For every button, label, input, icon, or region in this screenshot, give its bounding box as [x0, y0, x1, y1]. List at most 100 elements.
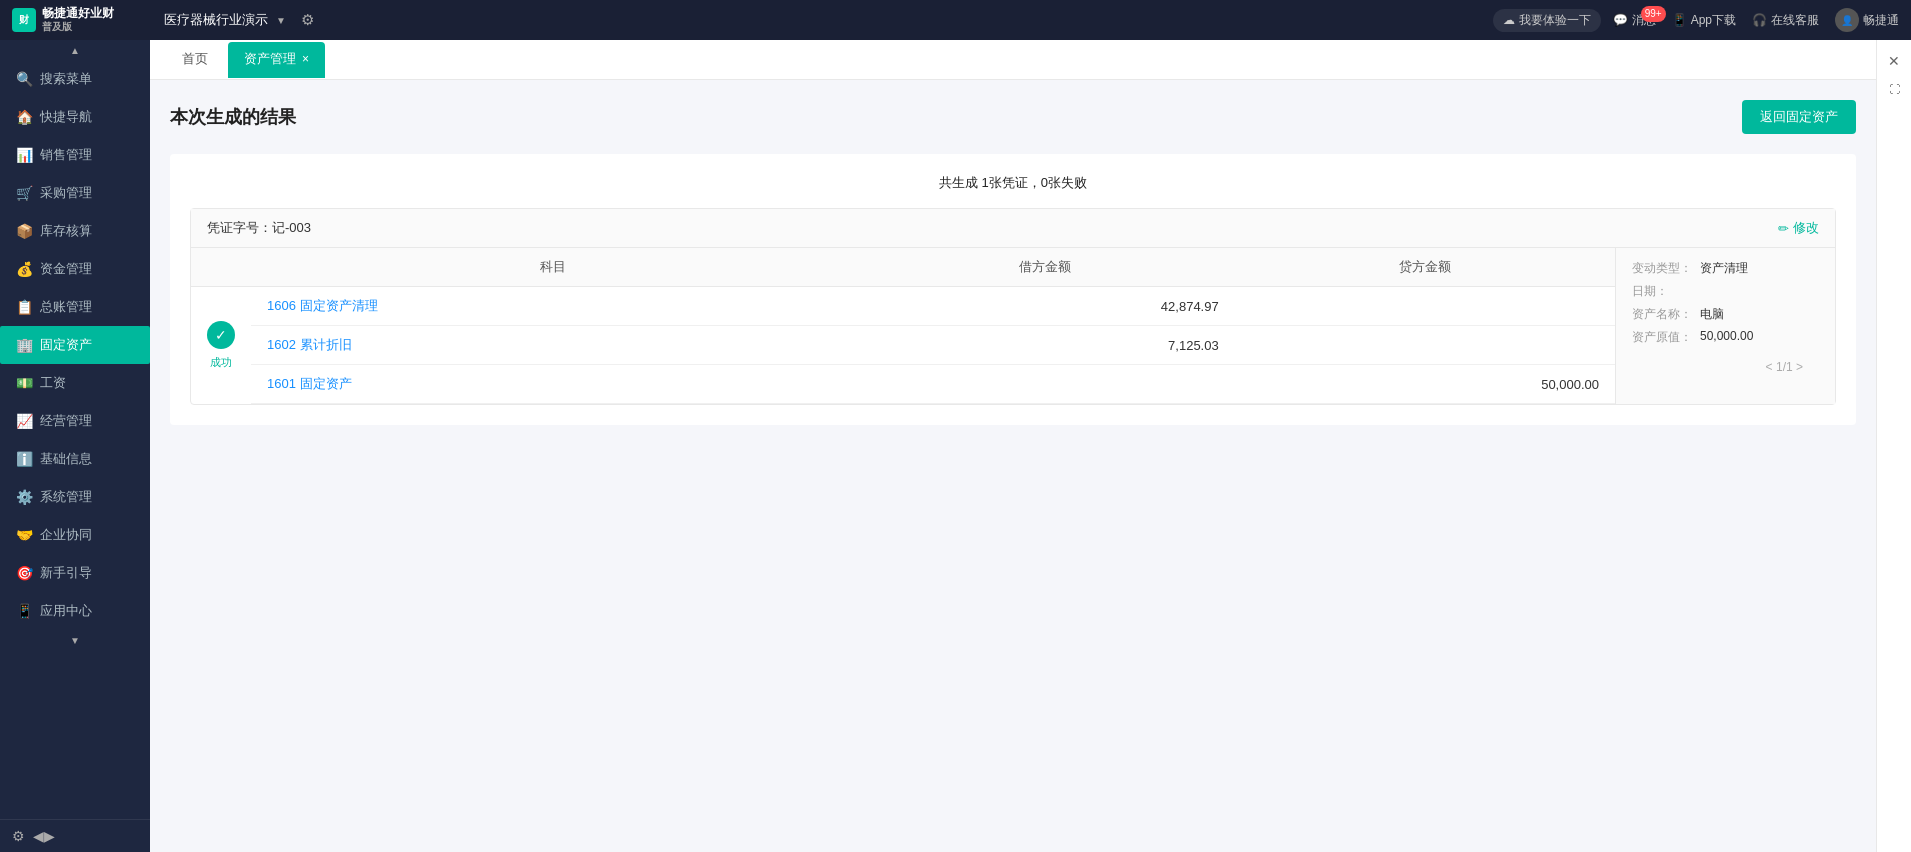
page-title: 本次生成的结果 [170, 105, 296, 129]
change-type-value: 资产清理 [1700, 260, 1748, 277]
subject-cell: 1606 固定资产清理 [251, 287, 854, 326]
fixed-assets-icon: 🏢 [16, 337, 32, 353]
page-info: 1/1 [1776, 360, 1796, 374]
credit-col-header: 贷方金额 [1235, 248, 1615, 287]
sidebar-item-label: 销售管理 [40, 146, 92, 164]
experience-icon: ☁ [1503, 13, 1515, 27]
sidebar-item-search-menu[interactable]: 🔍 搜索菜单 [0, 60, 150, 98]
sidebar-item-label: 总账管理 [40, 298, 92, 316]
voucher-section: 凭证字号：记-003 ✏ 修改 [190, 208, 1836, 405]
panel-controls: ✕ ⛶ [1876, 40, 1911, 852]
sidebar-item-purchase[interactable]: 🛒 采购管理 [0, 174, 150, 212]
edit-label: 修改 [1793, 219, 1819, 237]
voucher-header: 凭证字号：记-003 ✏ 修改 [191, 209, 1835, 248]
asset-name-value: 电脑 [1700, 306, 1724, 323]
sidebar-item-finance[interactable]: 💰 资金管理 [0, 250, 150, 288]
online-service-button[interactable]: 🎧 在线客服 [1752, 12, 1819, 29]
sidebar-item-guide[interactable]: 🎯 新手引导 [0, 554, 150, 592]
voucher-body: 科目 借方金额 贷方金额 ✓ [191, 248, 1835, 404]
sidebar-item-system[interactable]: ⚙️ 系统管理 [0, 478, 150, 516]
home-icon: 🏠 [16, 109, 32, 125]
sidebar-item-basic-info[interactable]: ℹ️ 基础信息 [0, 440, 150, 478]
asset-original-row: 资产原值： 50,000.00 [1632, 329, 1819, 346]
sidebar-item-app-center[interactable]: 📱 应用中心 [0, 592, 150, 630]
logo-text: 畅捷通好业财 [42, 6, 114, 20]
asset-name-row: 资产名称： 电脑 [1632, 306, 1819, 323]
sidebar-item-payroll[interactable]: 💵 工资 [0, 364, 150, 402]
subject-col-header: 科目 [251, 248, 854, 287]
sidebar-item-label: 新手引导 [40, 564, 92, 582]
sidebar-scroll-up[interactable]: ▲ [0, 40, 150, 60]
sidebar-item-label: 搜索菜单 [40, 70, 92, 88]
user-area[interactable]: 👤 畅捷通 [1835, 8, 1899, 32]
tab-home[interactable]: 首页 [166, 42, 224, 78]
sidebar-item-label: 工资 [40, 374, 66, 392]
finance-icon: 💰 [16, 261, 32, 277]
app-download-icon: 📱 [1672, 13, 1687, 27]
online-service-label: 在线客服 [1771, 12, 1819, 29]
search-icon: 🔍 [16, 71, 32, 87]
tab-bar: 首页 资产管理 × [150, 40, 1876, 80]
message-icon: 💬 [1613, 13, 1628, 27]
pagination: < 1/1 > [1632, 352, 1819, 382]
sidebar-item-ledger[interactable]: 📋 总账管理 [0, 288, 150, 326]
sidebar-collapse-icon[interactable]: ◀▶ [33, 828, 55, 844]
credit-cell: 50,000.00 [1235, 365, 1615, 404]
sidebar-item-label: 快捷导航 [40, 108, 92, 126]
expand-panel-icon[interactable]: ⛶ [1881, 76, 1907, 102]
sidebar-item-fixed-assets[interactable]: 🏢 固定资产 [0, 326, 150, 364]
sidebar-item-enterprise[interactable]: 🤝 企业协同 [0, 516, 150, 554]
change-type-label: 变动类型： [1632, 260, 1692, 277]
ledger-icon: 📋 [16, 299, 32, 315]
sidebar-item-quick-nav[interactable]: 🏠 快捷导航 [0, 98, 150, 136]
sidebar-item-inventory[interactable]: 📦 库存核算 [0, 212, 150, 250]
table-row: 1601 固定资产 50,000.00 [191, 365, 1615, 404]
edit-button[interactable]: ✏ 修改 [1778, 219, 1819, 237]
side-panel: 变动类型： 资产清理 日期： 资产名称： 电脑 [1615, 248, 1835, 404]
operations-icon: 📈 [16, 413, 32, 429]
debit-col-header: 借方金额 [854, 248, 1234, 287]
voucher-id: 凭证字号：记-003 [207, 219, 311, 237]
message-badge: 99+ [1641, 6, 1666, 22]
message-button[interactable]: 💬 消息 99+ [1613, 12, 1656, 29]
app-center-icon: 📱 [16, 603, 32, 619]
sidebar-item-label: 经营管理 [40, 412, 92, 430]
main-layout: ▲ 🔍 搜索菜单 🏠 快捷导航 📊 销售管理 🛒 采购管理 📦 库存核算 💰 资… [0, 40, 1911, 852]
sales-icon: 📊 [16, 147, 32, 163]
app-download-button[interactable]: 📱 App下载 [1672, 12, 1736, 29]
settings-icon[interactable]: ⚙ [12, 828, 25, 844]
debit-cell [854, 365, 1234, 404]
success-icon: ✓ [207, 321, 235, 349]
subject-cell: 1601 固定资产 [251, 365, 854, 404]
status-cell: ✓ 成功 [191, 287, 251, 404]
system-icon: ⚙️ [16, 489, 32, 505]
top-header: 财 畅捷通好业财 普及版 医疗器械行业演示 ▼ ⚙ ☁ 我要体验一下 💬 消息 … [0, 0, 1911, 40]
sidebar-scroll-down[interactable]: ▼ [0, 630, 150, 650]
logo-sub: 普及版 [42, 20, 114, 34]
close-panel-icon[interactable]: ✕ [1881, 48, 1907, 74]
next-page-icon[interactable]: > [1796, 360, 1803, 374]
sidebar-item-label: 系统管理 [40, 488, 92, 506]
workspace-selector[interactable]: 医疗器械行业演示 ▼ ⚙ [164, 6, 1481, 34]
sidebar: ▲ 🔍 搜索菜单 🏠 快捷导航 📊 销售管理 🛒 采购管理 📦 库存核算 💰 资… [0, 40, 150, 852]
user-avatar: 👤 [1835, 8, 1859, 32]
logo-area: 财 畅捷通好业财 普及版 [12, 6, 152, 34]
prev-page-icon[interactable]: < [1766, 360, 1773, 374]
sidebar-item-operations[interactable]: 📈 经营管理 [0, 402, 150, 440]
summary-card: 共生成 1张凭证，0张失败 凭证字号：记-003 ✏ 修改 [170, 154, 1856, 425]
sidebar-item-sales[interactable]: 📊 销售管理 [0, 136, 150, 174]
sidebar-item-label: 基础信息 [40, 450, 92, 468]
workspace-settings-icon[interactable]: ⚙ [294, 6, 322, 34]
tab-asset-management[interactable]: 资产管理 × [228, 42, 325, 78]
tab-close-icon[interactable]: × [302, 52, 309, 66]
debit-cell: 7,125.03 [854, 326, 1234, 365]
credit-cell [1235, 326, 1615, 365]
experience-button[interactable]: ☁ 我要体验一下 [1493, 9, 1601, 32]
sidebar-item-label: 固定资产 [40, 336, 92, 354]
back-to-fixed-assets-button[interactable]: 返回固定资产 [1742, 100, 1856, 134]
page-content: 本次生成的结果 返回固定资产 共生成 1张凭证，0张失败 凭证字号：记-003 … [150, 80, 1876, 852]
sidebar-item-label: 企业协同 [40, 526, 92, 544]
debit-cell: 42,874.97 [854, 287, 1234, 326]
basic-info-icon: ℹ️ [16, 451, 32, 467]
page-header: 本次生成的结果 返回固定资产 [170, 100, 1856, 134]
